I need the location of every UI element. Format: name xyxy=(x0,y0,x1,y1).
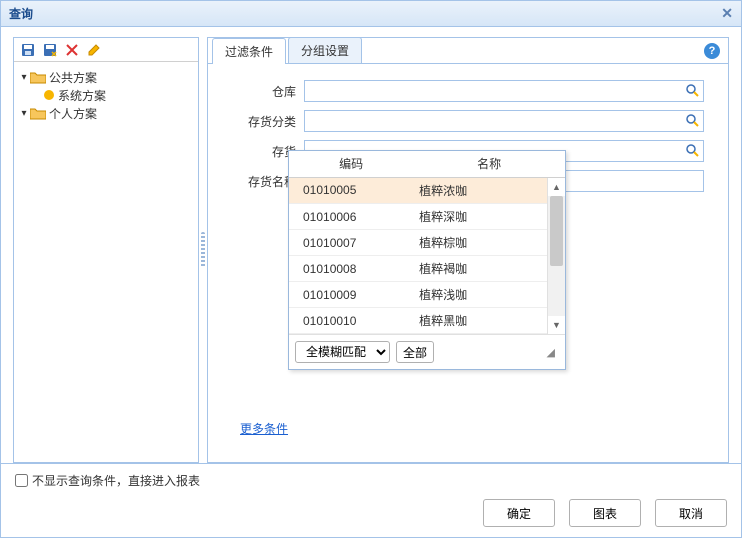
inventory-dropdown: 编码 名称 01010005植粹浓咖01010006植粹深咖01010007植粹… xyxy=(288,150,566,370)
folder-icon xyxy=(30,70,46,84)
skip-query-label: 不显示查询条件，直接进入报表 xyxy=(32,472,200,489)
close-icon[interactable]: ✕ xyxy=(721,5,733,22)
tab-group[interactable]: 分组设置 xyxy=(288,37,362,63)
scheme-toolbar xyxy=(14,38,198,62)
cell-name: 植粹浅咖 xyxy=(405,282,547,308)
skip-query-checkbox[interactable] xyxy=(15,474,28,487)
edit-icon[interactable] xyxy=(86,42,102,58)
query-dialog: 查询 ✕ ▾ 公共方案 系统方案 xyxy=(0,0,742,538)
warehouse-label: 仓库 xyxy=(232,83,304,100)
lookup-icon[interactable] xyxy=(685,143,701,159)
collapse-icon[interactable]: ▾ xyxy=(18,72,30,83)
dialog-footer: 不显示查询条件，直接进入报表 确定 图表 取消 xyxy=(1,463,741,541)
dropdown-row[interactable]: 01010009植粹浅咖 xyxy=(289,282,547,308)
cell-name: 植粹深咖 xyxy=(405,204,547,230)
more-conditions-link[interactable]: 更多条件 xyxy=(240,420,288,437)
match-mode-select[interactable]: 全模糊匹配 xyxy=(295,341,390,363)
delete-icon[interactable] xyxy=(64,42,80,58)
category-label: 存货分类 xyxy=(232,113,304,130)
cell-code: 01010007 xyxy=(289,230,405,256)
folder-icon xyxy=(30,106,46,120)
tree-node-personal[interactable]: ▾ 个人方案 xyxy=(18,104,194,122)
tree-node-public[interactable]: ▾ 公共方案 xyxy=(18,68,194,86)
cell-name: 植粹黑咖 xyxy=(405,308,547,334)
ok-button[interactable]: 确定 xyxy=(483,499,555,527)
cell-code: 01010009 xyxy=(289,282,405,308)
scroll-thumb[interactable] xyxy=(550,196,563,266)
chart-button[interactable]: 图表 xyxy=(569,499,641,527)
tree-node-system[interactable]: 系统方案 xyxy=(42,86,194,104)
filter-panel: 过滤条件 分组设置 ? 仓库 存货分类 xyxy=(207,37,729,463)
cell-name: 植粹棕咖 xyxy=(405,230,547,256)
scheme-panel: ▾ 公共方案 系统方案 ▾ 个人方案 xyxy=(13,37,199,463)
save-as-icon[interactable] xyxy=(42,42,58,58)
tree-label: 系统方案 xyxy=(58,87,106,104)
expand-icon[interactable]: ◢ xyxy=(547,346,559,359)
all-button[interactable]: 全部 xyxy=(396,341,434,363)
warehouse-input[interactable] xyxy=(304,80,704,102)
cell-code: 01010005 xyxy=(289,178,405,204)
dropdown-col-name[interactable]: 名称 xyxy=(413,151,565,177)
dropdown-row[interactable]: 01010006植粹深咖 xyxy=(289,204,547,230)
category-input[interactable] xyxy=(304,110,704,132)
dropdown-row[interactable]: 01010007植粹棕咖 xyxy=(289,230,547,256)
tabs: 过滤条件 分组设置 ? xyxy=(208,38,728,64)
scroll-down-icon[interactable]: ▼ xyxy=(548,316,565,334)
titlebar: 查询 ✕ xyxy=(1,1,741,27)
save-icon[interactable] xyxy=(20,42,36,58)
cell-code: 01010010 xyxy=(289,308,405,334)
cell-code: 01010006 xyxy=(289,204,405,230)
tab-filter[interactable]: 过滤条件 xyxy=(212,38,286,64)
cell-code: 01010008 xyxy=(289,256,405,282)
filter-form: 仓库 存货分类 存货 xyxy=(208,64,728,445)
dropdown-row[interactable]: 01010005植粹浓咖 xyxy=(289,178,547,204)
scheme-tree: ▾ 公共方案 系统方案 ▾ 个人方案 xyxy=(14,62,198,462)
dropdown-row[interactable]: 01010010植粹黑咖 xyxy=(289,308,547,334)
dropdown-row[interactable]: 01010008植粹褐咖 xyxy=(289,256,547,282)
splitter[interactable] xyxy=(199,37,207,463)
cancel-button[interactable]: 取消 xyxy=(655,499,727,527)
tree-label: 公共方案 xyxy=(49,69,97,86)
cell-name: 植粹褐咖 xyxy=(405,256,547,282)
collapse-icon[interactable]: ▾ xyxy=(18,108,30,119)
dialog-title: 查询 xyxy=(9,5,33,22)
lookup-icon[interactable] xyxy=(685,113,701,129)
bullet-icon xyxy=(44,90,54,100)
cell-name: 植粹浓咖 xyxy=(405,178,547,204)
lookup-icon[interactable] xyxy=(685,83,701,99)
dropdown-col-code[interactable]: 编码 xyxy=(289,151,413,177)
tree-label: 个人方案 xyxy=(49,105,97,122)
scroll-up-icon[interactable]: ▲ xyxy=(548,178,565,196)
dropdown-scrollbar[interactable]: ▲ ▼ xyxy=(547,178,565,335)
help-icon[interactable]: ? xyxy=(704,43,720,59)
